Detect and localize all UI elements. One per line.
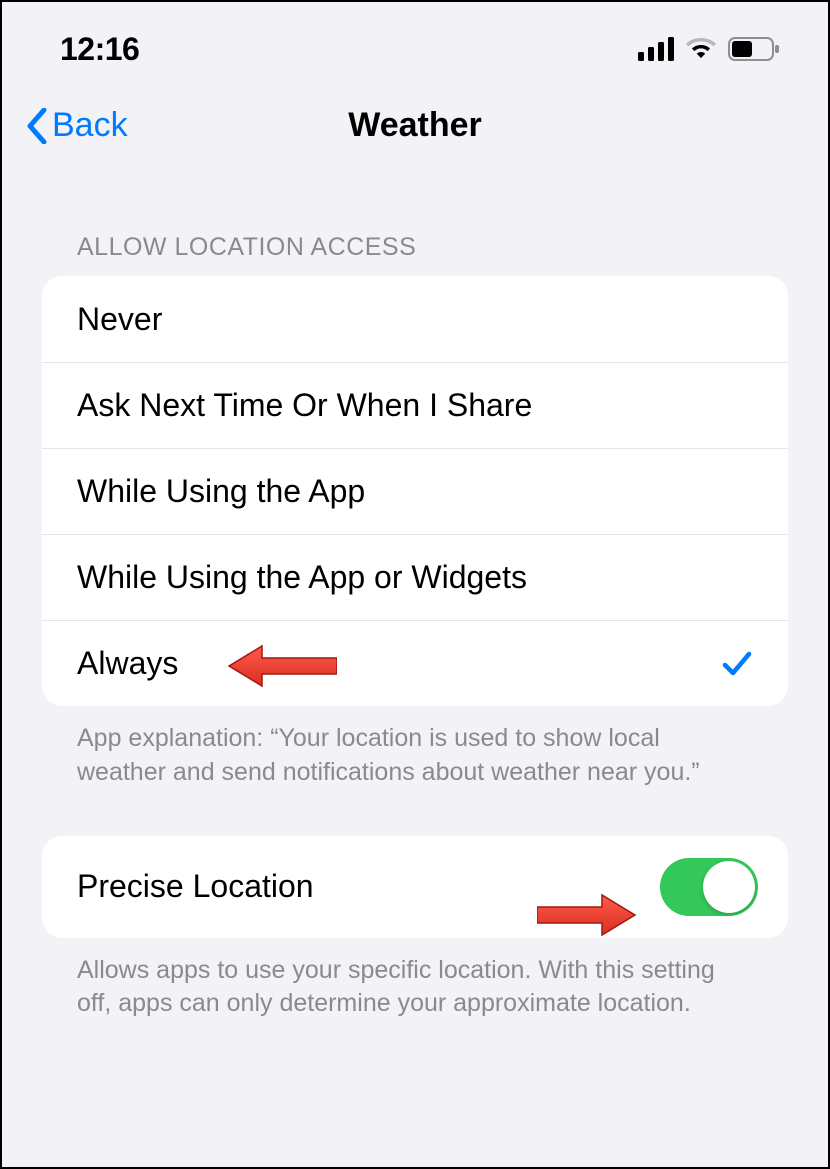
nav-bar: Back Weather	[2, 78, 828, 173]
location-option-ask[interactable]: Ask Next Time Or When I Share	[42, 362, 788, 448]
precise-location-footer: Allows apps to use your specific locatio…	[42, 938, 788, 1022]
battery-icon	[728, 37, 780, 61]
option-label: Always	[77, 645, 178, 682]
location-access-group: Never Ask Next Time Or When I Share Whil…	[42, 276, 788, 706]
chevron-left-icon	[26, 108, 48, 144]
precise-location-label: Precise Location	[77, 868, 314, 905]
precise-location-toggle[interactable]	[660, 858, 758, 916]
option-label: Never	[77, 301, 162, 338]
cellular-icon	[638, 37, 674, 61]
checkmark-icon	[721, 648, 753, 680]
precise-location-group: Precise Location	[42, 836, 788, 938]
location-option-while-using-widgets[interactable]: While Using the App or Widgets	[42, 534, 788, 620]
precise-location-row: Precise Location	[42, 836, 788, 938]
location-option-never[interactable]: Never	[42, 276, 788, 362]
option-label: While Using the App	[77, 473, 365, 510]
toggle-knob	[703, 861, 755, 913]
status-bar: 12:16	[2, 2, 828, 78]
status-time: 12:16	[60, 31, 139, 68]
option-label: While Using the App or Widgets	[77, 559, 527, 596]
page-title: Weather	[348, 106, 482, 145]
back-label: Back	[52, 106, 128, 145]
location-access-header: ALLOW LOCATION ACCESS	[42, 233, 788, 276]
wifi-icon	[686, 38, 716, 60]
location-option-while-using[interactable]: While Using the App	[42, 448, 788, 534]
option-label: Ask Next Time Or When I Share	[77, 387, 532, 424]
location-option-always[interactable]: Always	[42, 620, 788, 706]
back-button[interactable]: Back	[26, 106, 128, 145]
status-icons	[638, 37, 780, 61]
location-access-footer: App explanation: “Your location is used …	[42, 706, 788, 790]
